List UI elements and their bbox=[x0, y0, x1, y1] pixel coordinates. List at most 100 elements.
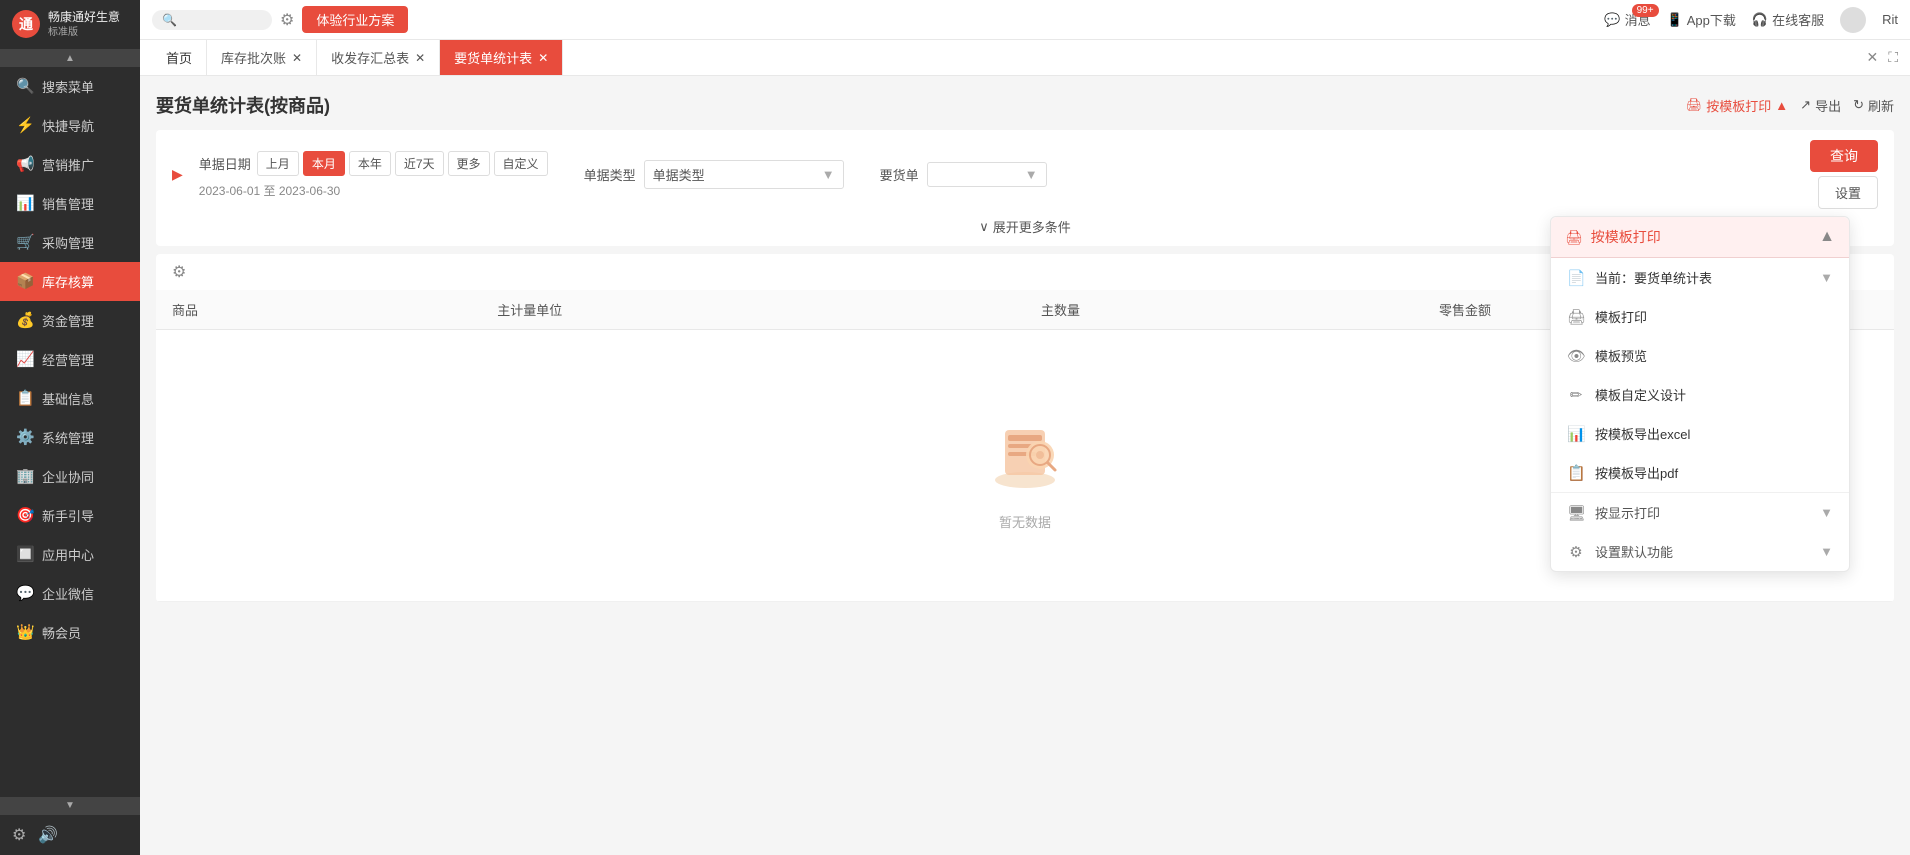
sidebar-item-operations[interactable]: 📈 经营管理 bbox=[0, 340, 140, 379]
online-service-btn[interactable]: 🎧 在线客服 bbox=[1752, 10, 1824, 29]
sidebar-scroll-up[interactable]: ▲ bbox=[0, 50, 140, 67]
print-icon: 🖨 bbox=[1686, 97, 1703, 113]
display-print-icon: 🖥 bbox=[1567, 504, 1585, 522]
enterprise-icon: 🏢 bbox=[16, 467, 34, 485]
sidebar-item-wechat[interactable]: 💬 企业微信 bbox=[0, 574, 140, 613]
sidebar-item-basic[interactable]: 📋 基础信息 bbox=[0, 379, 140, 418]
dropdown-template-preview[interactable]: 👁 模板预览 bbox=[1551, 336, 1849, 375]
settings-footer-icon[interactable]: ⚙ bbox=[12, 825, 26, 845]
expand-icon: ∨ bbox=[979, 219, 989, 235]
page-title: 要货单统计表(按商品) bbox=[156, 92, 330, 118]
app-logo: 通 bbox=[12, 10, 40, 38]
topbar-search[interactable]: 🔍 bbox=[152, 10, 272, 30]
tab-collection-summary-close[interactable]: ✕ bbox=[415, 51, 425, 65]
sidebar-item-newbie[interactable]: 🎯 新手引导 bbox=[0, 496, 140, 535]
print-dropdown-arrow: ▲ bbox=[1775, 98, 1788, 113]
sidebar-item-search[interactable]: 🔍 搜索菜单 bbox=[0, 67, 140, 106]
dropdown-header: 🖨 按模板打印 ▲ bbox=[1551, 217, 1849, 258]
date-filter-label: 单据日期 bbox=[199, 154, 251, 173]
page-header: 要货单统计表(按商品) 🖨 按模板打印 ▲ ↗ 导出 ↻ 刷新 bbox=[156, 92, 1894, 118]
notification-badge: 99+ bbox=[1632, 4, 1659, 17]
export-excel-icon: 📊 bbox=[1567, 425, 1585, 443]
search-icon: 🔍 bbox=[16, 77, 34, 95]
tab-order-stats-close[interactable]: ✕ bbox=[538, 51, 548, 65]
printer-icon: 🖨 bbox=[1565, 229, 1583, 246]
notification-btn[interactable]: 💬 消息 99+ bbox=[1604, 10, 1650, 29]
tabbar-expand-icon[interactable]: ⛶ bbox=[1888, 49, 1898, 66]
date-btn-7days[interactable]: 近7天 bbox=[395, 151, 444, 176]
dropdown-export-excel[interactable]: 📊 按模板导出excel bbox=[1551, 414, 1849, 453]
dropdown-section-display: 🖥 按显示打印 ▼ ⚙ 设置默认功能 ▼ bbox=[1551, 492, 1849, 571]
export-btn[interactable]: ↗ 导出 bbox=[1800, 96, 1841, 115]
sidebar-item-member[interactable]: 👑 畅会员 bbox=[0, 613, 140, 652]
print-btn[interactable]: 🖨 按模板打印 ▲ bbox=[1686, 96, 1788, 115]
order-type-select[interactable]: 单据类型 ▼ bbox=[644, 160, 844, 189]
tabbar-close-icon[interactable]: ✕ bbox=[1866, 49, 1878, 66]
th-product: 商品 bbox=[156, 290, 481, 330]
expand-more-btn[interactable]: ∨ 展开更多条件 bbox=[979, 217, 1071, 236]
dropdown-template-print[interactable]: 🖨 模板打印 bbox=[1551, 297, 1849, 336]
empty-text: 暂无数据 bbox=[999, 512, 1051, 531]
date-btn-custom[interactable]: 自定义 bbox=[494, 151, 548, 176]
filter-expand-left[interactable]: ▶ bbox=[172, 166, 183, 183]
export-pdf-icon: 📋 bbox=[1567, 464, 1585, 482]
select-chevron-icon: ▼ bbox=[822, 167, 835, 182]
sidebar-item-finance[interactable]: 💰 资金管理 bbox=[0, 301, 140, 340]
member-icon: 👑 bbox=[16, 623, 34, 641]
settings-button[interactable]: 设置 bbox=[1818, 176, 1878, 209]
tab-inventory-batch-close[interactable]: ✕ bbox=[292, 51, 302, 65]
goods-chevron-icon: ▼ bbox=[1025, 167, 1038, 182]
sidebar-item-system[interactable]: ⚙️ 系统管理 bbox=[0, 418, 140, 457]
volume-icon[interactable]: 🔊 bbox=[38, 825, 58, 845]
dropdown-export-pdf[interactable]: 📋 按模板导出pdf bbox=[1551, 453, 1849, 492]
refresh-btn[interactable]: ↻ 刷新 bbox=[1853, 96, 1894, 115]
sidebar-item-inventory[interactable]: 📦 库存核算 bbox=[0, 262, 140, 301]
marketing-icon: 📢 bbox=[16, 155, 34, 173]
template-design-icon: ✏ bbox=[1567, 386, 1585, 404]
quick-nav-icon: ⚡ bbox=[16, 116, 34, 134]
topbar-gear-icon[interactable]: ⚙ bbox=[280, 10, 294, 30]
tab-order-stats[interactable]: 要货单统计表 ✕ bbox=[440, 40, 563, 75]
table-settings-icon[interactable]: ⚙ bbox=[172, 262, 186, 282]
date-btn-this-year[interactable]: 本年 bbox=[349, 151, 391, 176]
date-btn-more[interactable]: 更多 bbox=[448, 151, 490, 176]
goods-select[interactable]: ▼ bbox=[927, 162, 1047, 187]
avatar[interactable] bbox=[1840, 7, 1866, 33]
trial-btn[interactable]: 体验行业方案 bbox=[302, 6, 408, 33]
inventory-icon: 📦 bbox=[16, 272, 34, 290]
filter-row-1: ▶ 单据日期 上月 本月 本年 近7天 更多 自定义 bbox=[172, 140, 1878, 209]
wechat-icon: 💬 bbox=[16, 584, 34, 602]
filter-right-actions: 查询 设置 bbox=[1810, 140, 1878, 209]
date-btn-this-month[interactable]: 本月 bbox=[303, 151, 345, 176]
dropdown-set-default[interactable]: ⚙ 设置默认功能 ▼ bbox=[1551, 532, 1849, 571]
tab-collection-summary[interactable]: 收发存汇总表 ✕ bbox=[317, 40, 440, 75]
dropdown-template-design[interactable]: ✏ 模板自定义设计 bbox=[1551, 375, 1849, 414]
dropdown-current-template[interactable]: 📄 当前：要货单统计表 ▼ bbox=[1551, 258, 1849, 297]
sidebar-item-purchase[interactable]: 🛒 采购管理 bbox=[0, 223, 140, 262]
tab-home[interactable]: 首页 bbox=[152, 40, 207, 75]
query-button[interactable]: 查询 bbox=[1810, 140, 1878, 172]
sidebar-item-appstore[interactable]: 🔲 应用中心 bbox=[0, 535, 140, 574]
tab-inventory-batch[interactable]: 库存批次账 ✕ bbox=[207, 40, 317, 75]
operations-icon: 📈 bbox=[16, 350, 34, 368]
sidebar-item-enterprise[interactable]: 🏢 企业协同 bbox=[0, 457, 140, 496]
sidebar-item-sales[interactable]: 📊 销售管理 bbox=[0, 184, 140, 223]
sidebar-item-marketing[interactable]: 📢 营销推广 bbox=[0, 145, 140, 184]
order-type-filter: 单据类型 单据类型 ▼ bbox=[584, 160, 844, 189]
sidebar-header: 通 畅康通好生意 标准版 bbox=[0, 0, 140, 50]
sidebar-item-quick-nav[interactable]: ⚡ 快捷导航 bbox=[0, 106, 140, 145]
template-preview-icon: 👁 bbox=[1567, 347, 1585, 365]
app-download-btn[interactable]: 📱 App下载 bbox=[1667, 10, 1736, 29]
date-filter-row: 单据日期 上月 本月 本年 近7天 更多 自定义 bbox=[199, 151, 548, 176]
headset-icon: 🎧 bbox=[1752, 12, 1768, 28]
template-print-icon: 🖨 bbox=[1567, 308, 1585, 326]
sidebar-scroll-down[interactable]: ▼ bbox=[0, 797, 140, 814]
dropdown-close-icon[interactable]: ▲ bbox=[1819, 228, 1835, 246]
tabbar: 首页 库存批次账 ✕ 收发存汇总表 ✕ 要货单统计表 ✕ ✕ ⛶ bbox=[140, 40, 1910, 76]
date-buttons: 上月 本月 本年 近7天 更多 自定义 bbox=[257, 151, 548, 176]
appstore-icon: 🔲 bbox=[16, 545, 34, 563]
date-btn-last-month[interactable]: 上月 bbox=[257, 151, 299, 176]
sales-icon: 📊 bbox=[16, 194, 34, 212]
dropdown-display-print[interactable]: 🖥 按显示打印 ▼ bbox=[1551, 493, 1849, 532]
tabbar-actions: ✕ ⛶ bbox=[1866, 49, 1898, 66]
